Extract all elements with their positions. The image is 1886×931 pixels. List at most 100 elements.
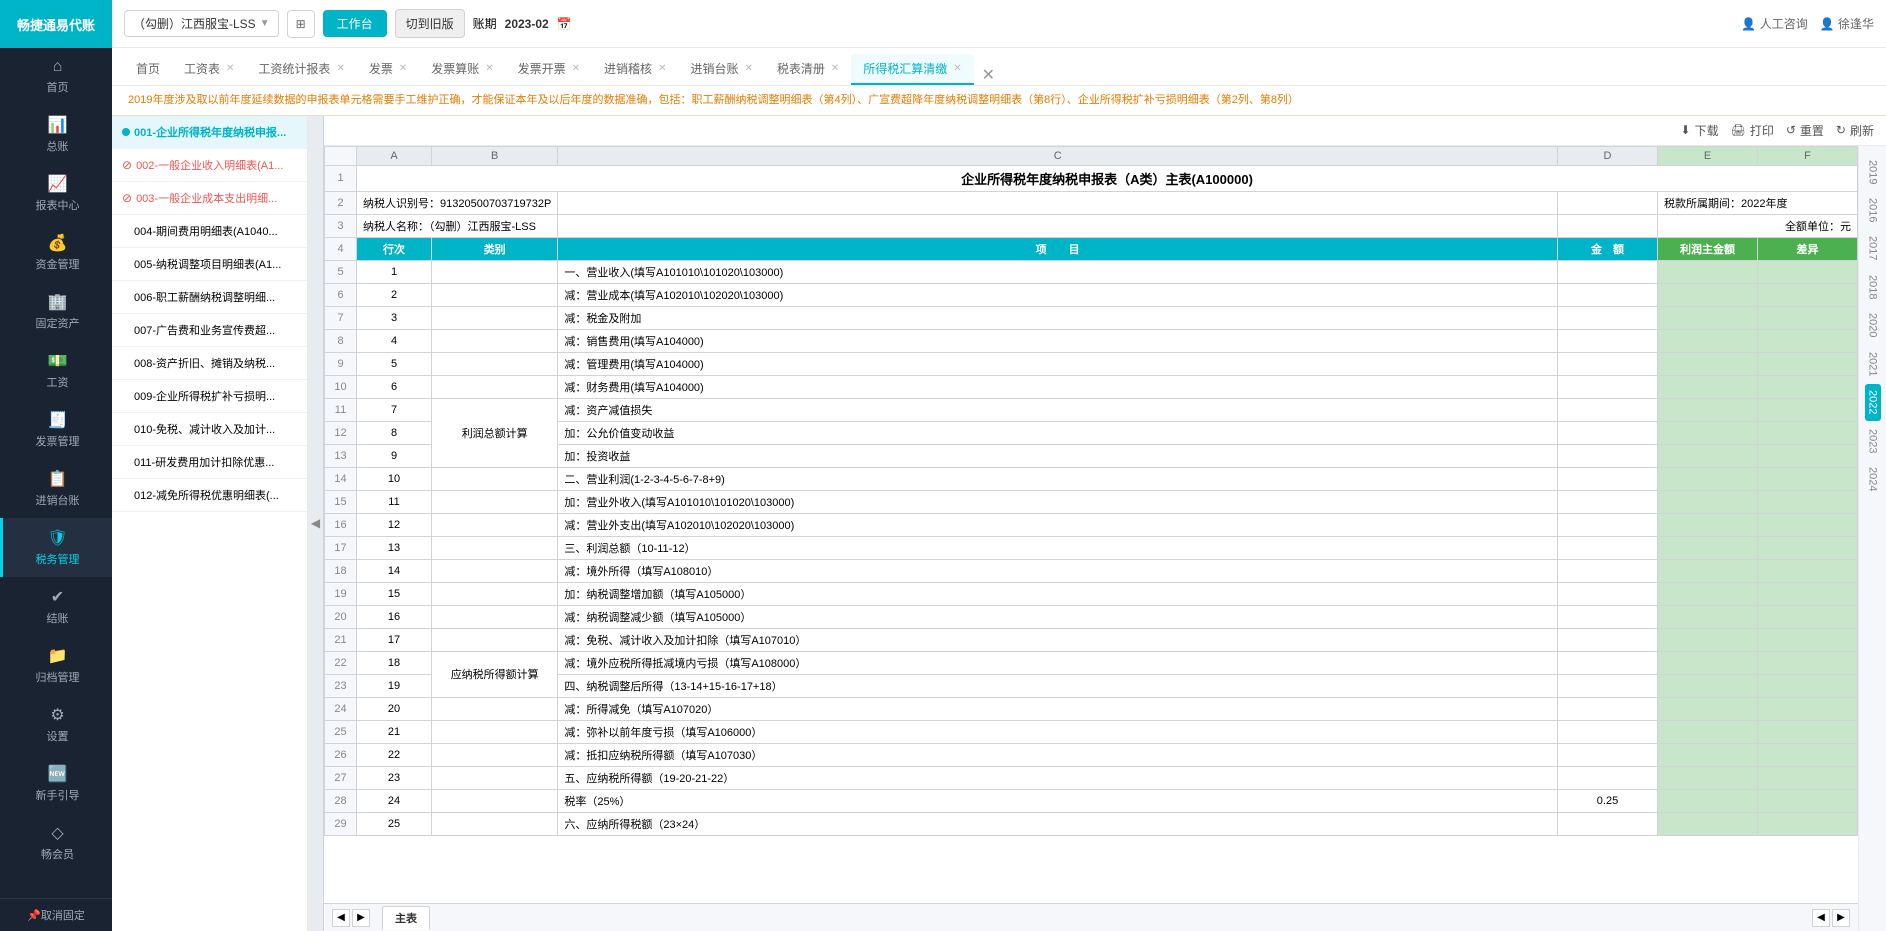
- tab-ledger[interactable]: 进销台账✕: [678, 54, 764, 85]
- fund-icon: 💰: [48, 233, 68, 253]
- scroll-left-button[interactable]: ◀: [1812, 909, 1830, 927]
- download-button[interactable]: ⬇ 下载: [1681, 122, 1719, 139]
- left-item-001[interactable]: 001-企业所得税年度纳税申报...: [112, 116, 307, 149]
- status-bullet-008: [122, 359, 130, 367]
- print-button[interactable]: 🖨 打印: [1731, 122, 1774, 139]
- sheet-tab-main[interactable]: 主表: [382, 906, 430, 930]
- status-bullet-005: [122, 260, 130, 268]
- left-item-label-010: 010-免税、减计收入及加计...: [134, 421, 275, 437]
- sidebar-logo: 畅捷通易代账: [0, 0, 112, 48]
- sidebar-item-settings[interactable]: ⚙ 设置: [0, 695, 112, 754]
- year-item-2024[interactable]: 2024: [1865, 461, 1881, 497]
- sidebar-item-archive[interactable]: 📁 归档管理: [0, 636, 112, 695]
- sheet-nav-next-button[interactable]: ▶: [352, 909, 370, 927]
- left-item-004[interactable]: 004-期间费用明细表(A1040...: [112, 215, 307, 248]
- left-item-008[interactable]: 008-资产折旧、摊销及纳税...: [112, 347, 307, 380]
- tab-tax-clearance[interactable]: 税表清册✕: [765, 54, 851, 85]
- year-item-2020[interactable]: 2020: [1865, 307, 1881, 343]
- year-item-2018[interactable]: 2018: [1865, 269, 1881, 305]
- tab-close-icon[interactable]: ✕: [831, 63, 839, 74]
- tab-close-icon[interactable]: ✕: [744, 63, 752, 74]
- left-item-005[interactable]: 005-纳税调整项目明细表(A1...: [112, 248, 307, 281]
- support-button[interactable]: 👤 人工咨询: [1741, 15, 1807, 32]
- company-selector[interactable]: （勾删）江西服宝-LSS ▼: [124, 10, 279, 37]
- sidebar-item-invoice[interactable]: 🧾 发票管理: [0, 400, 112, 459]
- tab-close-active-icon[interactable]: ✕: [953, 63, 961, 74]
- payroll-icon: 💵: [48, 351, 68, 371]
- sales-icon: 📋: [48, 469, 68, 489]
- home-icon: ⌂: [53, 58, 63, 76]
- left-item-010[interactable]: 010-免税、减计收入及加计...: [112, 413, 307, 446]
- scroll-right-button[interactable]: ▶: [1832, 909, 1850, 927]
- tab-payroll-report[interactable]: 工资统计报表✕: [246, 54, 356, 85]
- right-toolbar: ⬇ 下载 🖨 打印 ↺ 重置 ↻ 刷新: [324, 116, 1886, 146]
- left-item-002[interactable]: ⊘ 002-一般企业收入明细表(A1...: [112, 149, 307, 182]
- year-item-2016[interactable]: 2016: [1865, 192, 1881, 228]
- sidebar-item-tax[interactable]: 🛡 税务管理: [0, 518, 112, 577]
- data-row-15: 15 11 加：营业外收入(填写A101010\101020\103000): [325, 490, 1858, 513]
- col-header-row: 4 行次 类别 项 目 金 额 利润主金额 差异: [325, 237, 1858, 260]
- tab-close-icon[interactable]: ✕: [658, 63, 666, 74]
- report-icon: 📈: [48, 174, 68, 194]
- sidebar-footer-cancel[interactable]: 📌 取消固定: [0, 898, 112, 931]
- switch-version-button[interactable]: 切到旧版: [395, 9, 465, 38]
- header-cell-c: 项 目: [558, 237, 1558, 260]
- tab-close-icon[interactable]: ✕: [572, 63, 580, 74]
- refresh-button[interactable]: ↻ 刷新: [1836, 122, 1874, 139]
- tab-close-icon[interactable]: ✕: [399, 63, 407, 74]
- col-c-header: C: [558, 146, 1558, 165]
- tab-close-icon[interactable]: ✕: [226, 63, 234, 74]
- left-item-label-007: 007-广告费和业务宣传费超...: [134, 322, 275, 338]
- sidebar-item-member[interactable]: ◇ 畅会员: [0, 813, 112, 872]
- year-item-2021[interactable]: 2021: [1865, 346, 1881, 382]
- status-bullet-001: [122, 128, 130, 136]
- tab-audit[interactable]: 进销稽核✕: [592, 54, 678, 85]
- period-value[interactable]: 2023-02: [505, 17, 549, 31]
- sidebar-item-fund[interactable]: 💰 资金管理: [0, 223, 112, 282]
- left-item-009[interactable]: 009-企业所得税扩补亏损明...: [112, 380, 307, 413]
- tab-invoice[interactable]: 发票✕: [357, 54, 419, 85]
- topbar-grid-button[interactable]: ⊞: [287, 10, 315, 38]
- tab-income-tax[interactable]: 所得税汇算清缴✕: [851, 54, 973, 85]
- year-item-2023[interactable]: 2023: [1865, 423, 1881, 459]
- sidebar-item-report[interactable]: 📈 报表中心: [0, 164, 112, 223]
- year-item-2022[interactable]: 2022: [1865, 384, 1881, 420]
- status-bullet-009: [122, 392, 130, 400]
- reset-button[interactable]: ↺ 重置: [1786, 122, 1824, 139]
- data-row-21: 21 17 减：免税、减计收入及加计扣除（填写A107010）: [325, 628, 1858, 651]
- sidebar-item-closing[interactable]: ✔ 结账: [0, 577, 112, 636]
- data-row-18: 18 14 减：境外所得（填写A108010）: [325, 559, 1858, 582]
- left-item-003[interactable]: ⊘ 003-一般企业成本支出明细...: [112, 182, 307, 215]
- year-item-2017[interactable]: 2017: [1865, 230, 1881, 266]
- sidebar-item-fixed-assets[interactable]: 🏢 固定资产: [0, 282, 112, 341]
- workbench-button[interactable]: 工作台: [323, 10, 387, 37]
- left-item-011[interactable]: 011-研发费用加计扣除优惠...: [112, 446, 307, 479]
- info-row-3: 3 纳税人名称：（勾删）江西服宝-LSS 全额单位：元: [325, 214, 1858, 237]
- settings-icon: ⚙: [50, 705, 64, 725]
- sheet-tabs: ◀ ▶ 主表 ◀ ▶: [324, 903, 1858, 931]
- sheet-nav-prev-button[interactable]: ◀: [332, 909, 350, 927]
- sidebar-item-home[interactable]: ⌂ 首页: [0, 48, 112, 105]
- tab-close-icon[interactable]: ✕: [336, 63, 344, 74]
- tab-bar-close-button[interactable]: ✕: [982, 65, 995, 85]
- left-item-label-012: 012-减免所得税优惠明细表(...: [134, 487, 279, 503]
- sidebar-item-sales[interactable]: 📋 进销台账: [0, 459, 112, 518]
- sidebar-item-guide[interactable]: 🆕 新手引导: [0, 754, 112, 813]
- col-b-header: B: [432, 146, 558, 165]
- tab-invoice-issue[interactable]: 发票开票✕: [506, 54, 592, 85]
- sidebar-item-general-ledger[interactable]: 📊 总账: [0, 105, 112, 164]
- error-icon-003: ⊘: [122, 191, 132, 205]
- calendar-icon[interactable]: 📅: [557, 17, 572, 31]
- tabbar: 首页 工资表✕ 工资统计报表✕ 发票✕ 发票算账✕ 发票开票✕ 进销稽核✕ 进销…: [112, 48, 1886, 86]
- left-item-012[interactable]: 012-减免所得税优惠明细表(...: [112, 479, 307, 512]
- year-item-2019[interactable]: 2019: [1865, 154, 1881, 190]
- tab-close-icon[interactable]: ✕: [485, 63, 493, 74]
- user-button[interactable]: 👤 徐逢华: [1820, 15, 1874, 32]
- panel-collapse-button[interactable]: ◀: [308, 116, 324, 931]
- sidebar-item-payroll[interactable]: 💵 工资: [0, 341, 112, 400]
- tab-invoice-calc[interactable]: 发票算账✕: [419, 54, 505, 85]
- left-item-006[interactable]: 006-职工薪酬纳税调整明细...: [112, 281, 307, 314]
- tab-home[interactable]: 首页: [124, 54, 172, 85]
- tab-payroll[interactable]: 工资表✕: [172, 54, 246, 85]
- left-item-007[interactable]: 007-广告费和业务宣传费超...: [112, 314, 307, 347]
